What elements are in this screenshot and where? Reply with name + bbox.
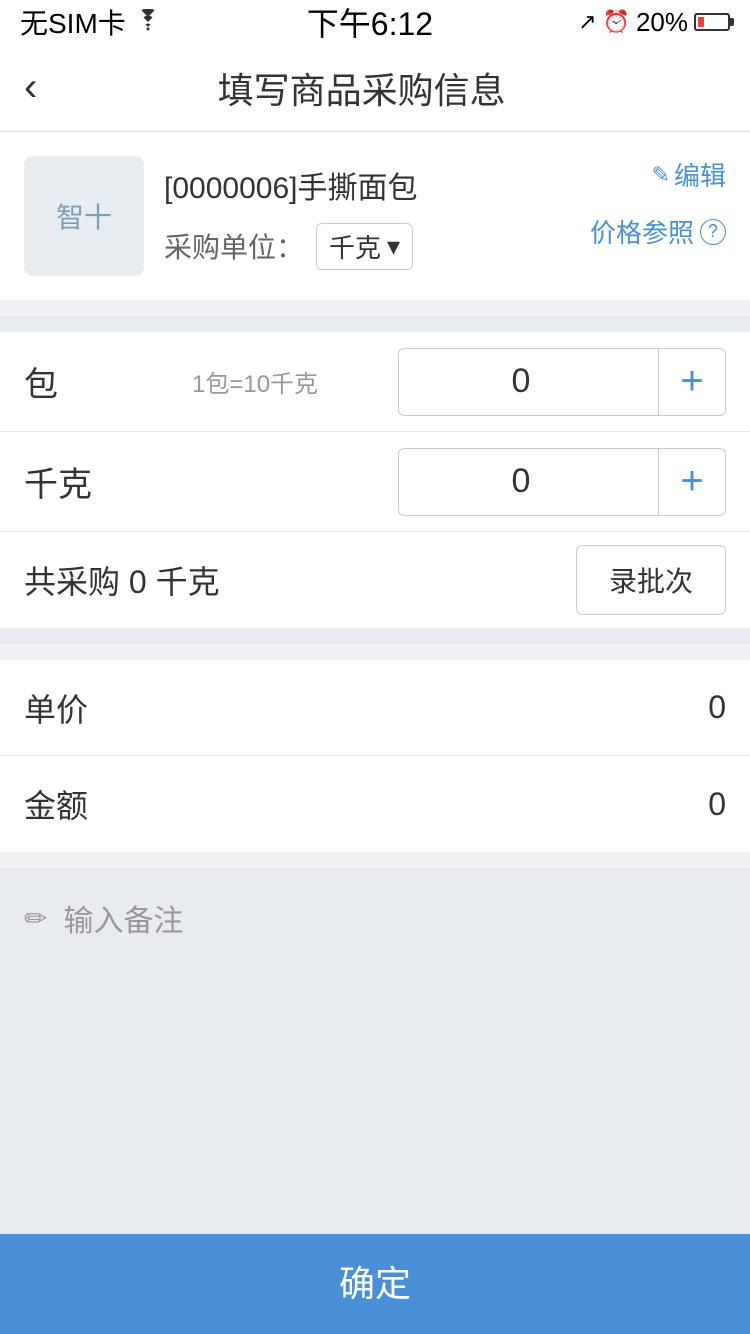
back-button[interactable]: ‹	[24, 65, 57, 110]
product-info: [0000006]手撕面包 采购单位： 千克 ▾	[164, 163, 570, 270]
empty-space	[0, 968, 750, 1278]
page-title: 填写商品采购信息	[57, 62, 666, 114]
summary-text: 共采购 0 千克	[24, 557, 220, 603]
product-name: [0000006]手撕面包	[164, 163, 570, 207]
product-unit-row: 采购单位： 千克 ▾	[164, 223, 570, 270]
notes-section[interactable]: ✏ 输入备注	[0, 868, 750, 968]
dropdown-icon: ▾	[387, 231, 400, 262]
batch-button[interactable]: 录批次	[576, 545, 726, 615]
product-right: ✎ 编辑 价格参照 ?	[590, 156, 726, 250]
amount-label: 金额	[24, 781, 88, 827]
pencil-icon: ✏	[24, 902, 47, 935]
amount-row: 金额 0	[0, 756, 750, 852]
edit-icon: ✎	[652, 162, 670, 188]
status-right: ↗ ⏰ 20%	[578, 7, 730, 38]
battery-percent: 20%	[636, 7, 688, 38]
kg-plus-button[interactable]: +	[658, 448, 726, 516]
wifi-icon	[134, 6, 162, 38]
help-icon: ?	[700, 219, 726, 245]
kg-label: 千克	[24, 457, 184, 506]
location-icon: ↗	[578, 9, 596, 35]
section-separator-2	[0, 628, 750, 644]
price-section: 单价 0 金额 0	[0, 660, 750, 852]
kg-input-row: 千克 +	[0, 432, 750, 532]
kg-field-wrapper: +	[184, 448, 726, 516]
edit-button[interactable]: ✎ 编辑	[652, 156, 726, 193]
unit-price-label: 单价	[24, 685, 88, 731]
carrier-label: 无SIM卡	[20, 2, 126, 42]
price-reference-button[interactable]: 价格参照 ?	[590, 213, 726, 250]
bao-field-wrapper: +	[318, 348, 726, 416]
section-separator-1	[0, 316, 750, 332]
unit-label: 采购单位：	[164, 226, 304, 266]
battery-icon	[694, 13, 730, 31]
summary-row: 共采购 0 千克 录批次	[0, 532, 750, 628]
product-card: 智十 [0000006]手撕面包 采购单位： 千克 ▾ ✎ 编辑 价格参照 ?	[0, 132, 750, 300]
nav-bar: ‹ 填写商品采购信息	[0, 44, 750, 132]
unit-price-value: 0	[708, 689, 726, 726]
alarm-icon: ⏰	[603, 9, 630, 35]
bao-input[interactable]	[398, 348, 658, 416]
unit-select[interactable]: 千克 ▾	[316, 223, 413, 270]
status-bar: 无SIM卡 下午6:12 ↗ ⏰ 20%	[0, 0, 750, 44]
bao-plus-button[interactable]: +	[658, 348, 726, 416]
unit-price-row: 单价 0	[0, 660, 750, 756]
product-thumbnail: 智十	[24, 156, 144, 276]
bao-sublabel: 1包=10千克	[192, 364, 318, 399]
notes-placeholder: 输入备注	[63, 896, 183, 940]
status-left: 无SIM卡	[20, 2, 162, 42]
input-section: 包 1包=10千克 + 千克 +	[0, 332, 750, 532]
confirm-button[interactable]: 确定	[0, 1234, 750, 1334]
bao-input-row: 包 1包=10千克 +	[0, 332, 750, 432]
amount-value: 0	[708, 786, 726, 823]
kg-input[interactable]	[398, 448, 658, 516]
bao-label: 包	[24, 357, 184, 406]
status-time: 下午6:12	[307, 0, 433, 45]
